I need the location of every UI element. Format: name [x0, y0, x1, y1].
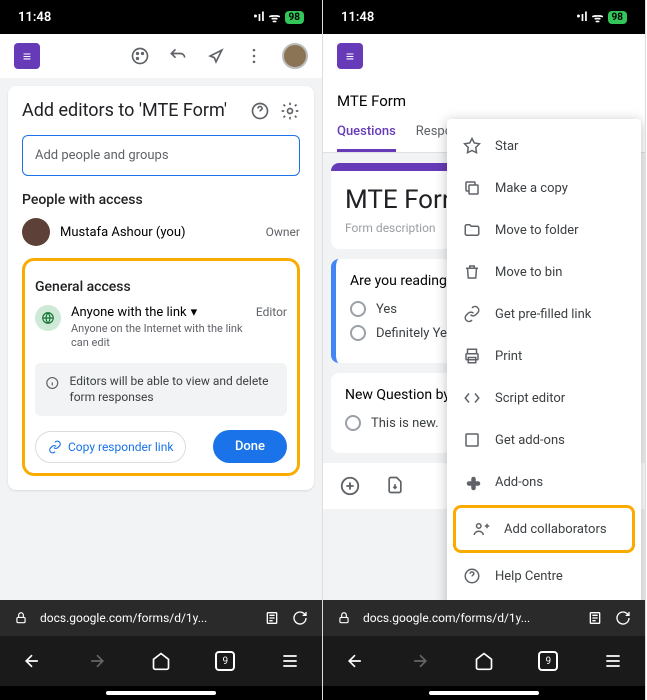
url-text: docs.google.com/forms/d/1y...	[363, 611, 575, 625]
menu-prefilled[interactable]: Get pre-filled link	[447, 293, 641, 335]
person-row: Mustafa Ashour (you) Owner	[22, 218, 300, 246]
info-icon	[45, 373, 60, 393]
app-header: ≡	[323, 34, 645, 78]
palette-icon[interactable]	[130, 46, 150, 66]
overflow-menu: Star Make a copy Move to folder Move to …	[447, 119, 641, 600]
radio-icon	[350, 301, 366, 317]
forms-logo-icon: ≡	[337, 43, 363, 69]
bottom-nav: 9	[323, 636, 645, 686]
import-icon[interactable]	[385, 475, 405, 495]
menu-icon[interactable]	[603, 651, 623, 671]
gear-icon[interactable]	[280, 101, 300, 121]
url-bar[interactable]: docs.google.com/forms/d/1y...	[323, 600, 645, 636]
forward-icon[interactable]	[87, 651, 107, 671]
people-header: People with access	[22, 192, 300, 208]
status-bar: 11:48 •ılᯤ98	[323, 0, 645, 34]
tabs-button[interactable]: 9	[538, 651, 558, 671]
form-title: MTE Form	[323, 78, 645, 114]
ga-header: General access	[35, 279, 287, 295]
done-button[interactable]: Done	[213, 430, 287, 463]
help-icon[interactable]	[250, 101, 270, 121]
more-icon[interactable]	[244, 46, 264, 66]
add-question-icon[interactable]	[339, 475, 361, 497]
menu-bin[interactable]: Move to bin	[447, 251, 641, 293]
back-icon[interactable]	[345, 651, 365, 671]
lock-icon	[337, 611, 351, 625]
ga-role[interactable]: Editor	[256, 305, 287, 351]
forward-icon[interactable]	[410, 651, 430, 671]
status-icons: •ılᯤ98	[576, 8, 627, 26]
lock-icon	[14, 611, 28, 625]
reader-icon[interactable]	[264, 610, 280, 626]
home-icon[interactable]	[151, 651, 171, 671]
tab-questions[interactable]: Questions	[337, 114, 396, 152]
app-header: ≡	[0, 34, 322, 78]
globe-icon	[35, 305, 61, 331]
undo-icon[interactable]	[168, 46, 188, 66]
ga-dropdown[interactable]: Anyone with the link▾	[71, 305, 246, 320]
collaborators-highlight: Add collaborators	[453, 505, 635, 553]
menu-help[interactable]: Help Centre	[447, 555, 641, 597]
radio-icon	[350, 325, 366, 341]
ga-desc: Anyone on the Internet with the link can…	[71, 322, 246, 351]
menu-report[interactable]: Report a problem	[447, 597, 641, 600]
dialog-title: Add editors to 'MTE Form'	[22, 100, 240, 121]
avatar[interactable]	[282, 43, 308, 69]
menu-addons[interactable]: Add-ons	[447, 461, 641, 503]
forms-logo-icon: ≡	[14, 43, 40, 69]
menu-copy[interactable]: Make a copy	[447, 167, 641, 209]
person-role: Owner	[266, 225, 300, 239]
share-dialog: Add editors to 'MTE Form' Add people and…	[8, 86, 314, 490]
home-icon[interactable]	[474, 651, 494, 671]
chevron-down-icon: ▾	[191, 305, 198, 320]
home-bar	[323, 686, 645, 700]
menu-icon[interactable]	[280, 651, 300, 671]
phone-right: 11:48 •ılᯤ98 ≡ MTE Form Questions Respon…	[323, 0, 646, 700]
status-bar: 11:48 •ılᯤ98	[0, 0, 322, 34]
time: 11:48	[341, 10, 374, 25]
reader-icon[interactable]	[587, 610, 603, 626]
add-people-input[interactable]: Add people and groups	[22, 135, 300, 176]
link-icon	[48, 440, 62, 454]
general-access-highlight: General access Anyone with the link▾ Any…	[22, 258, 300, 476]
send-icon[interactable]	[206, 46, 226, 66]
info-banner: Editors will be able to view and delete …	[35, 363, 287, 417]
status-icons: •ılᯤ98	[253, 8, 304, 26]
bottom-nav: 9	[0, 636, 322, 686]
menu-getaddons[interactable]: Get add-ons	[447, 419, 641, 461]
person-avatar	[22, 218, 50, 246]
menu-star[interactable]: Star	[447, 125, 641, 167]
url-text: docs.google.com/forms/d/1y...	[40, 611, 252, 625]
reload-icon[interactable]	[292, 610, 308, 626]
radio-icon	[345, 415, 361, 431]
reload-icon[interactable]	[615, 610, 631, 626]
menu-script[interactable]: Script editor	[447, 377, 641, 419]
url-bar[interactable]: docs.google.com/forms/d/1y...	[0, 600, 322, 636]
copy-link-button[interactable]: Copy responder link	[35, 431, 186, 463]
menu-collaborators[interactable]: Add collaborators	[456, 508, 632, 550]
menu-print[interactable]: Print	[447, 335, 641, 377]
home-bar	[0, 686, 322, 700]
time: 11:48	[18, 10, 51, 25]
menu-move[interactable]: Move to folder	[447, 209, 641, 251]
tabs-button[interactable]: 9	[215, 651, 235, 671]
person-name: Mustafa Ashour (you)	[60, 225, 256, 240]
phone-left: 11:48 •ılᯤ98 ≡ Add editors to 'MTE Form'…	[0, 0, 323, 700]
back-icon[interactable]	[22, 651, 42, 671]
